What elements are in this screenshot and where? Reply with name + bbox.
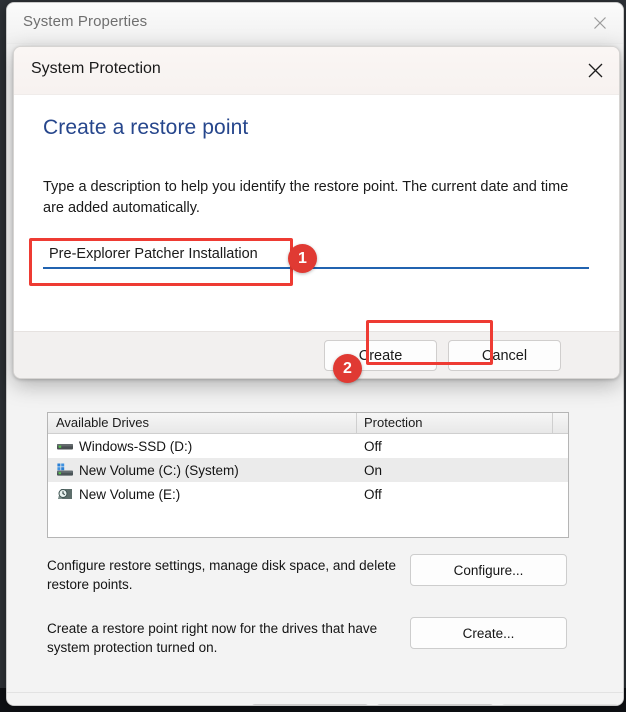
annotation-badge-2: 2 — [333, 354, 362, 383]
column-divider — [356, 413, 357, 433]
system-properties-footer: OK Cancel Apply — [7, 693, 623, 705]
ok-button[interactable]: OK — [251, 704, 369, 705]
system-drive-icon — [57, 463, 73, 476]
configure-section-text: Configure restore settings, manage disk … — [47, 558, 396, 592]
modal-cancel-button[interactable]: Cancel — [448, 340, 561, 371]
modal-titlebar: System Protection — [14, 47, 619, 95]
table-row[interactable]: New Volume (C:) (System) On — [48, 458, 568, 482]
cancel-button[interactable]: Cancel — [376, 704, 494, 705]
modal-footer: Create Cancel — [14, 331, 619, 378]
available-drives-list[interactable]: Available Drives Protection Windows-SSD … — [47, 412, 569, 538]
table-row[interactable]: Windows-SSD (D:) Off — [48, 434, 568, 458]
create-button[interactable]: Create... — [410, 617, 567, 649]
column-divider — [552, 413, 553, 433]
annotation-badge-1: 1 — [288, 244, 317, 273]
drive-label: Windows-SSD (D:) — [79, 438, 193, 454]
drive-protection-value: On — [364, 462, 383, 478]
modal-content: Create a restore point Type a descriptio… — [14, 95, 619, 331]
column-header-protection[interactable]: Protection — [364, 415, 423, 430]
modal-description: Type a description to help you identify … — [43, 179, 569, 216]
close-icon[interactable] — [571, 47, 619, 94]
apply-button: Apply — [501, 704, 619, 705]
drive-name-cell: New Volume (C:) (System) — [56, 462, 239, 478]
system-protection-dialog: System Protection Create a restore point… — [13, 46, 620, 379]
drive-name-cell: Windows-SSD (D:) — [56, 438, 192, 454]
create-section-text: Create a restore point right now for the… — [47, 621, 378, 655]
configure-button[interactable]: Configure... — [410, 554, 567, 586]
column-header-available-drives[interactable]: Available Drives — [56, 415, 149, 430]
system-properties-title: System Properties — [23, 13, 148, 30]
drive-protection-value: Off — [364, 486, 382, 502]
drive-name-cell: New Volume (E:) — [56, 486, 180, 502]
recovery-drive-icon — [58, 489, 72, 499]
modal-title: System Protection — [31, 60, 161, 77]
page-title: Create a restore point — [43, 116, 249, 139]
table-row[interactable]: New Volume (E:) Off — [48, 482, 568, 506]
screen: ░█░█░█░█░█ █░█░█░█ System Properties Ava… — [0, 0, 626, 712]
drive-label: New Volume (E:) — [79, 486, 181, 502]
system-properties-titlebar: System Properties — [7, 3, 623, 44]
drive-protection-value: Off — [364, 438, 382, 454]
close-icon[interactable] — [577, 3, 623, 43]
drive-list-header: Available Drives Protection — [48, 413, 568, 434]
drive-label: New Volume (C:) (System) — [79, 462, 239, 478]
hard-drive-icon — [57, 444, 73, 450]
